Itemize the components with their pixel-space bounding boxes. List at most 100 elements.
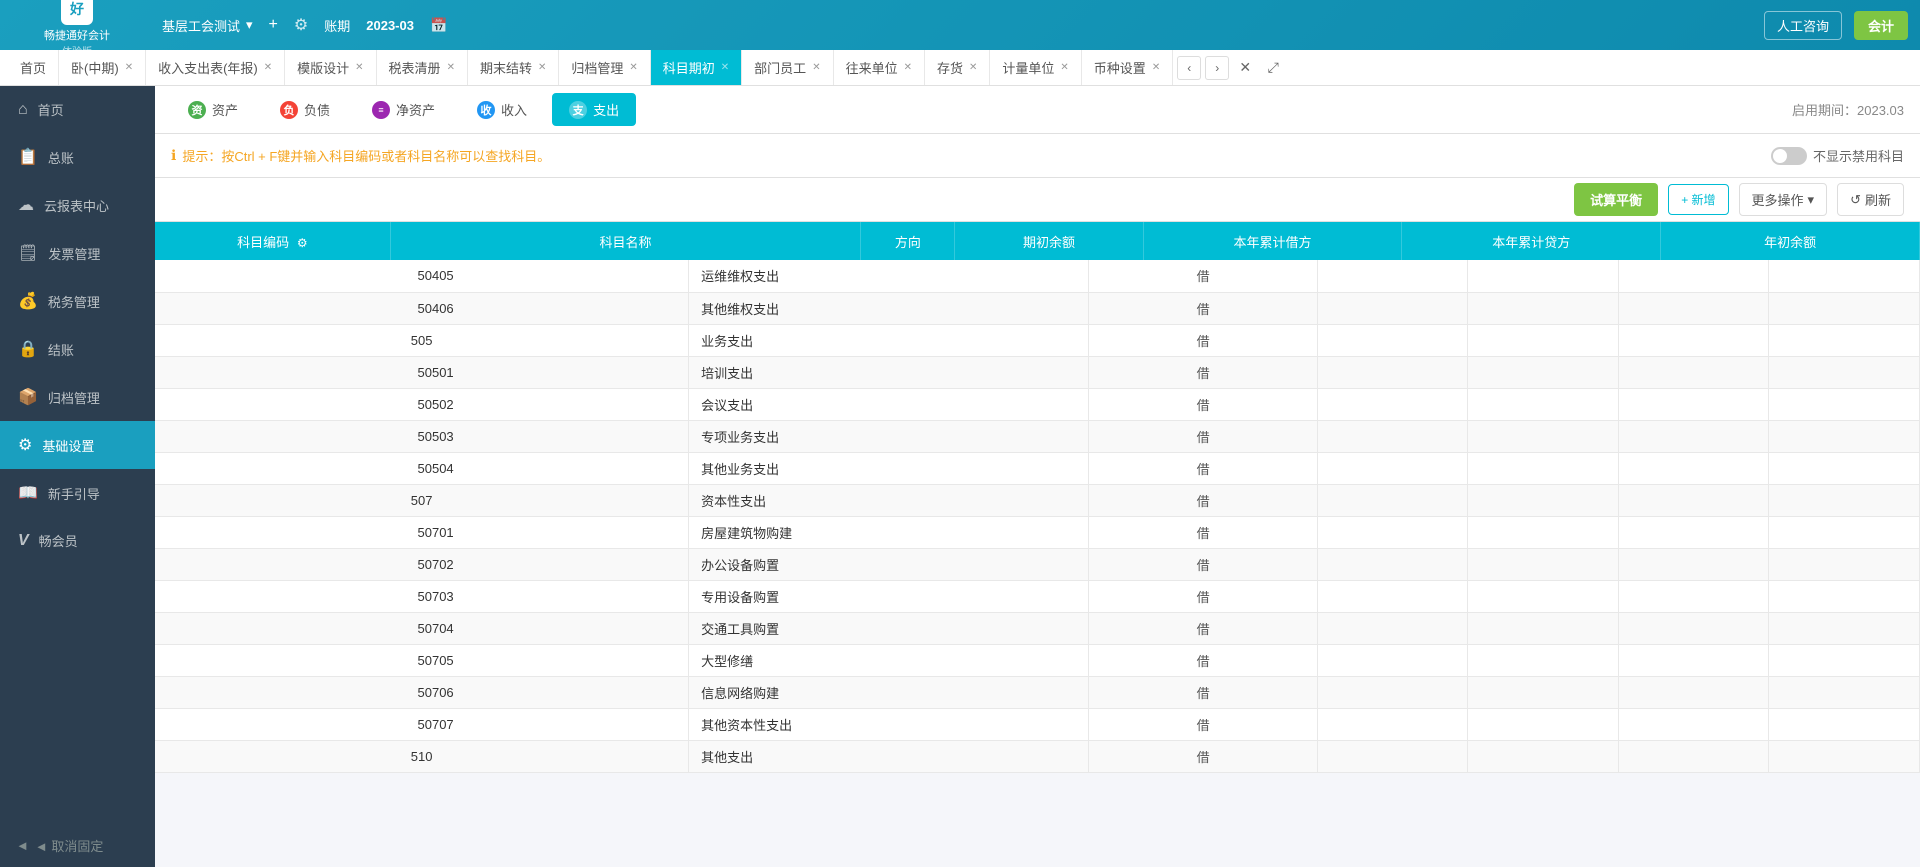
cell-period-balance	[1318, 740, 1468, 772]
guide-icon: 📖	[18, 483, 38, 503]
table-row[interactable]: 50405运维维权支出借	[155, 260, 1920, 292]
sidebar-item-guide[interactable]: 📖 新手引导	[0, 469, 155, 517]
table-row[interactable]: 50703专用设备购置借	[155, 580, 1920, 612]
table-row[interactable]: 50501培训支出借	[155, 356, 1920, 388]
tab-inventory-close[interactable]: ✕	[969, 62, 977, 73]
cell-direction: 借	[1089, 516, 1318, 548]
tab-maximize[interactable]: ⤢	[1261, 56, 1285, 80]
table-row[interactable]: 505业务支出借	[155, 324, 1920, 356]
add-subject-btn[interactable]: + 新增	[1668, 184, 1728, 215]
expense-tab-icon: 支	[569, 101, 587, 119]
tab-mid-close[interactable]: ✕	[125, 62, 133, 73]
archive-icon: 📦	[18, 387, 38, 407]
table-row[interactable]: 50706信息网络购建借	[155, 676, 1920, 708]
tab-mid[interactable]: 卧(中期) ✕	[59, 50, 146, 86]
tab-archive-close[interactable]: ✕	[629, 62, 637, 73]
column-settings-icon[interactable]: ⚙	[297, 236, 308, 250]
calendar-icon[interactable]: 📅	[430, 17, 447, 34]
sidebar-home-label: 首页	[38, 100, 64, 119]
sidebar-item-reports[interactable]: ☁ 云报表中心	[0, 181, 155, 229]
cell-name: 办公设备购置	[689, 548, 1089, 580]
add-company-icon[interactable]: +	[269, 16, 278, 34]
refresh-btn[interactable]: ↺ 刷新	[1837, 183, 1904, 216]
calc-balance-btn[interactable]: 试算平衡	[1574, 183, 1658, 216]
table-row[interactable]: 50705大型修缮借	[155, 644, 1920, 676]
table-row[interactable]: 50504其他业务支出借	[155, 452, 1920, 484]
table-row[interactable]: 50406其他维权支出借	[155, 292, 1920, 324]
sidebar-collapse-btn[interactable]: ◄ ◄ 取消固定	[0, 824, 155, 867]
cell-name: 其他维权支出	[689, 292, 1089, 324]
cell-ytd-debit	[1468, 420, 1618, 452]
sidebar-archive-label: 归档管理	[48, 388, 100, 407]
tab-tax[interactable]: 税表清册 ✕	[377, 50, 468, 86]
tab-dept[interactable]: 部门员工 ✕	[742, 50, 833, 86]
tab-partners-close[interactable]: ✕	[904, 62, 912, 73]
sidebar-item-home[interactable]: ⌂ 首页	[0, 86, 155, 133]
table-row[interactable]: 50704交通工具购置借	[155, 612, 1920, 644]
table-row[interactable]: 50502会议支出借	[155, 388, 1920, 420]
human-service-btn[interactable]: 人工咨询	[1764, 11, 1842, 40]
cell-direction: 借	[1089, 292, 1318, 324]
tab-scroll-right[interactable]: ›	[1205, 56, 1229, 80]
tab-close-all[interactable]: ✕	[1233, 56, 1257, 80]
tab-income-report[interactable]: 收入支出表(年报) ✕	[146, 50, 285, 86]
sidebar-basic-label: 基础设置	[42, 436, 94, 455]
cell-ytd-credit	[1618, 580, 1768, 612]
dept-tab-label: 部门员工	[754, 58, 806, 77]
settings-icon[interactable]: ⚙	[294, 15, 308, 35]
company-selector[interactable]: 基层工会测试 ▾	[162, 16, 253, 35]
cell-name: 专用设备购置	[689, 580, 1089, 612]
sidebar-item-invoice[interactable]: 🗒 发票管理	[0, 229, 155, 277]
cell-direction: 借	[1089, 580, 1318, 612]
more-actions-btn[interactable]: 更多操作 ▾	[1739, 183, 1828, 216]
table-row[interactable]: 50503专项业务支出借	[155, 420, 1920, 452]
tab-partners[interactable]: 往来单位 ✕	[834, 50, 925, 86]
table-row[interactable]: 510其他支出借	[155, 740, 1920, 772]
income-report-tab-label: 收入支出表(年报)	[158, 58, 258, 77]
toggle-disable-subjects[interactable]: 不显示禁用科目	[1771, 146, 1904, 165]
sidebar-item-member[interactable]: V 畅会员	[0, 517, 155, 564]
cell-name: 会议支出	[689, 388, 1089, 420]
tab-dept-close[interactable]: ✕	[812, 62, 820, 73]
tab-template[interactable]: 模版设计 ✕	[285, 50, 376, 86]
table-row[interactable]: 50702办公设备购置借	[155, 548, 1920, 580]
cell-direction: 借	[1089, 612, 1318, 644]
sub-tab-asset[interactable]: 资 资产	[171, 93, 255, 126]
tab-period-end-close[interactable]: ✕	[538, 62, 546, 73]
cell-period-balance	[1318, 356, 1468, 388]
tab-home[interactable]: 首页	[8, 50, 59, 86]
tab-scroll-left[interactable]: ‹	[1177, 56, 1201, 80]
toggle-track[interactable]	[1771, 147, 1807, 165]
table-row[interactable]: 507资本性支出借	[155, 484, 1920, 516]
cell-ytd-balance	[1769, 676, 1920, 708]
tab-currency[interactable]: 币种设置 ✕	[1082, 50, 1173, 86]
tab-subject-init-close[interactable]: ✕	[721, 62, 729, 73]
tab-unit[interactable]: 计量单位 ✕	[990, 50, 1081, 86]
tab-unit-close[interactable]: ✕	[1060, 62, 1068, 73]
tab-subject-init[interactable]: 科目期初 ✕	[651, 50, 742, 86]
sub-tab-liability[interactable]: 负 负债	[263, 93, 347, 126]
account-btn[interactable]: 会计	[1854, 11, 1908, 40]
company-dropdown-icon[interactable]: ▾	[246, 17, 253, 33]
sub-tab-expense[interactable]: 支 支出	[552, 93, 636, 126]
sidebar-item-tax[interactable]: 💰 税务管理	[0, 277, 155, 325]
sidebar-item-close[interactable]: 🔒 结账	[0, 325, 155, 373]
tab-inventory[interactable]: 存货 ✕	[925, 50, 990, 86]
sidebar-item-archive[interactable]: 📦 归档管理	[0, 373, 155, 421]
tab-period-end[interactable]: 期末结转 ✕	[468, 50, 559, 86]
tab-currency-close[interactable]: ✕	[1152, 62, 1160, 73]
sidebar-item-ledger[interactable]: 📋 总账	[0, 133, 155, 181]
table-row[interactable]: 50701房屋建筑物购建借	[155, 516, 1920, 548]
sidebar-item-basic[interactable]: ⚙ 基础设置	[0, 421, 155, 469]
sub-tab-net-asset[interactable]: ≡ 净资产	[355, 93, 452, 126]
tab-tax-close[interactable]: ✕	[447, 62, 455, 73]
subject-init-tab-label: 科目期初	[663, 58, 715, 77]
tab-template-close[interactable]: ✕	[355, 62, 363, 73]
tab-archive[interactable]: 归档管理 ✕	[559, 50, 650, 86]
cell-ytd-credit	[1618, 548, 1768, 580]
cell-code: 507	[155, 484, 689, 516]
tab-income-report-close[interactable]: ✕	[264, 62, 272, 73]
table-scroll-area[interactable]: 50405运维维权支出借50406其他维权支出借505业务支出借50501培训支…	[155, 260, 1920, 867]
sub-tab-income[interactable]: 收 收入	[460, 93, 544, 126]
table-row[interactable]: 50707其他资本性支出借	[155, 708, 1920, 740]
